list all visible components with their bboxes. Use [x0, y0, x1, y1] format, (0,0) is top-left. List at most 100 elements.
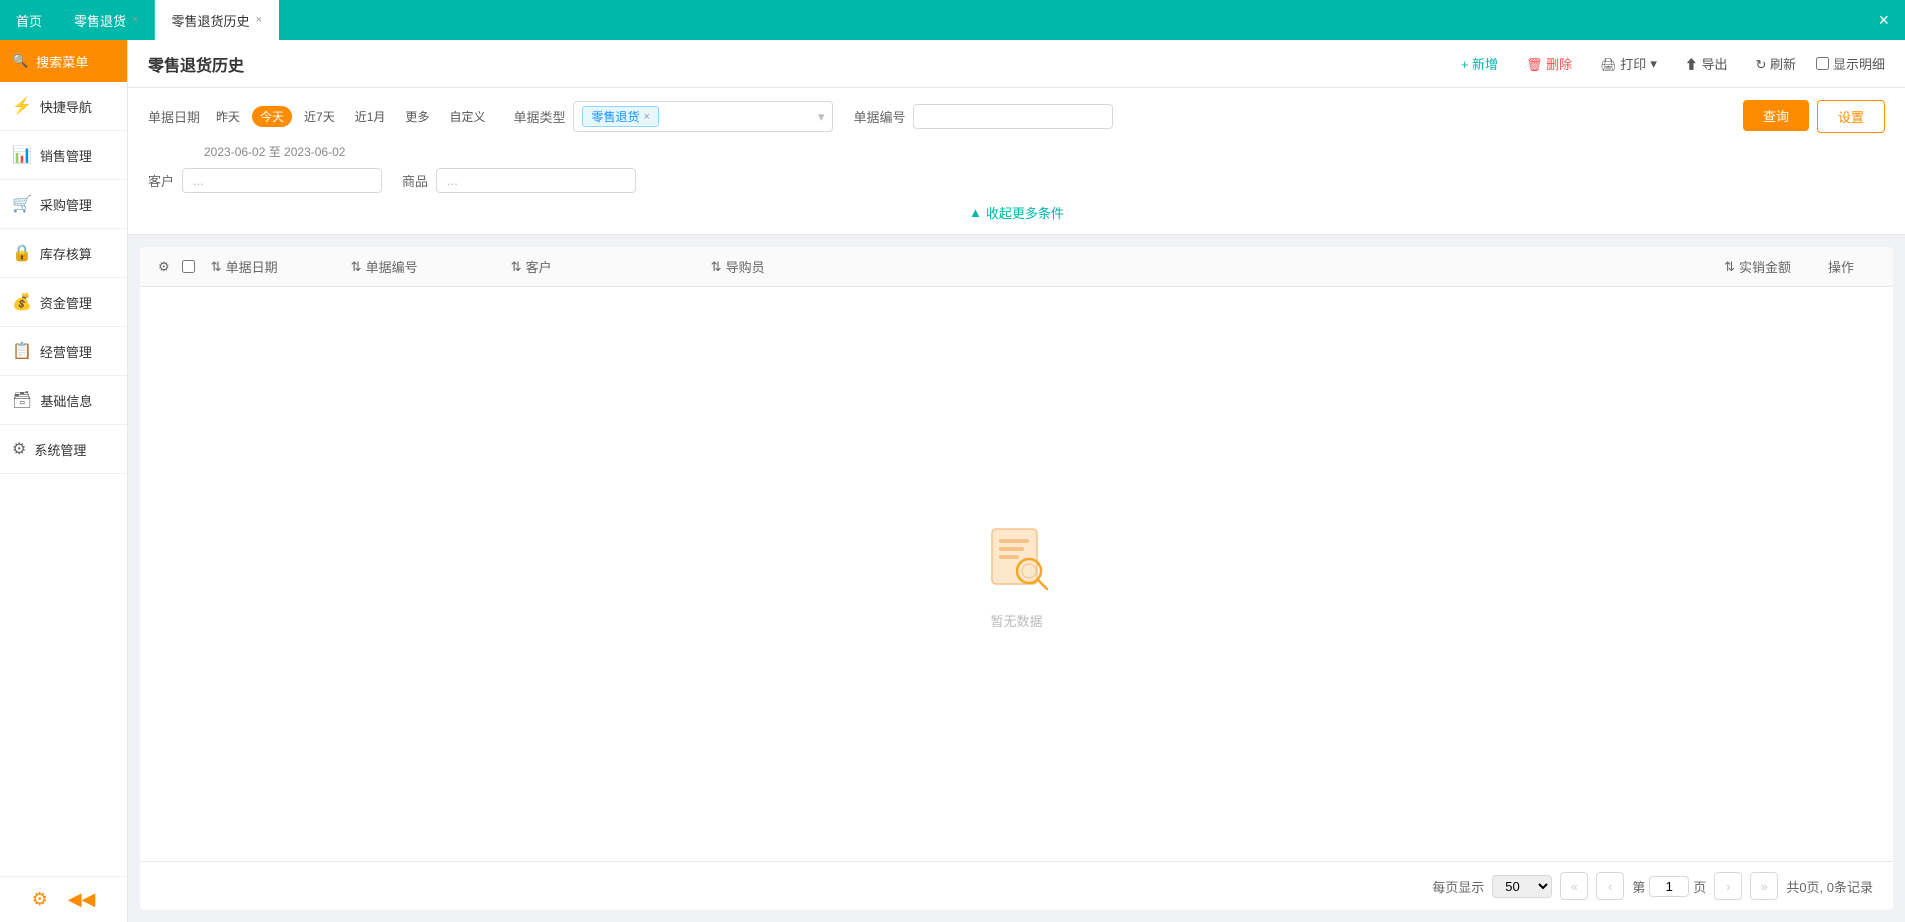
main-layout: 🔍 搜索菜单 ⚡ 快捷导航 📊 销售管理 🛒 采购管理 🔒 库存核算 💰 资金管… — [0, 40, 1905, 922]
sidebar-item-operation-mgmt-label: 经营管理 — [40, 342, 92, 361]
next-page-button[interactable]: › — [1714, 872, 1742, 900]
th-customer[interactable]: ⇅ 客户 — [501, 249, 701, 284]
delete-button-label: 🗑 删除 — [1526, 54, 1572, 73]
date-btn-custom[interactable]: 自定义 — [441, 106, 493, 127]
page-size-label: 每页显示 — [1432, 877, 1484, 896]
th-bill-no[interactable]: ⇅ 单据编号 — [341, 249, 501, 284]
table-header: ⚙ ⇅ 单据日期 ⇅ 单据编号 ⇅ 客户 — [140, 247, 1893, 287]
collapse-up-icon: ▲ — [969, 205, 982, 220]
query-button[interactable]: 查询 — [1743, 100, 1809, 131]
customer-input[interactable] — [182, 168, 382, 193]
date-btn-last7[interactable]: 近7天 — [296, 106, 343, 127]
th-amount[interactable]: ⇅ 实销金额 — [841, 249, 1801, 284]
sidebar-item-quick-nav[interactable]: ⚡ 快捷导航 — [0, 82, 127, 131]
table-container: ⚙ ⇅ 单据日期 ⇅ 单据编号 ⇅ 客户 — [140, 247, 1893, 910]
sidebar-item-purchase-mgmt[interactable]: 🛒 采购管理 — [0, 180, 127, 229]
sidebar-item-finance-mgmt[interactable]: 💰 资金管理 — [0, 278, 127, 327]
collapse-label: 收起更多条件 — [986, 203, 1064, 222]
bill-type-chevron-icon: ▾ — [818, 109, 825, 125]
refresh-button-label: ↻ 刷新 — [1755, 54, 1796, 73]
bill-type-tag-remove[interactable]: × — [643, 111, 649, 123]
show-detail-checkbox[interactable] — [1816, 57, 1829, 70]
bill-date-label: 单据日期 — [148, 107, 200, 126]
sidebar-search-label: 搜索菜单 — [36, 52, 88, 71]
sidebar-item-purchase-mgmt-label: 采购管理 — [40, 195, 92, 214]
sidebar-item-sales-mgmt[interactable]: 📊 销售管理 — [0, 131, 127, 180]
new-button-label: + 新增 — [1461, 54, 1498, 73]
show-detail-label: 显示明细 — [1833, 54, 1885, 73]
print-button[interactable]: 🖨 打印 ▾ — [1592, 50, 1665, 77]
collapse-filter-button[interactable]: ▲ 收起更多条件 — [148, 203, 1885, 222]
page-header: 零售退货历史 + 新增 🗑 删除 🖨 打印 ▾ ⬆ 导出 ↻ 刷新 — [128, 40, 1905, 88]
page-size-select[interactable]: 50 10 20 100 — [1492, 875, 1552, 898]
print-chevron-icon: ▾ — [1650, 56, 1657, 72]
page-input[interactable] — [1649, 876, 1689, 897]
sidebar-item-basic-info[interactable]: 🗃 基础信息 — [0, 376, 127, 425]
filter-row-2: 客户 商品 — [148, 168, 1885, 193]
delete-button[interactable]: 🗑 删除 — [1518, 50, 1580, 77]
sidebar-item-finance-mgmt-label: 资金管理 — [40, 293, 92, 312]
tab-retail-return-history-close[interactable]: × — [255, 14, 261, 26]
export-button[interactable]: ⬆ 导出 — [1677, 50, 1736, 77]
date-btn-more[interactable]: 更多 — [397, 106, 437, 127]
tab-retail-return[interactable]: 零售退货 × — [58, 0, 155, 40]
empty-state-icon — [977, 519, 1057, 599]
date-btn-last1month[interactable]: 近1月 — [347, 106, 394, 127]
th-guide[interactable]: ⇅ 导购员 — [701, 249, 841, 284]
select-all-checkbox[interactable] — [182, 260, 195, 273]
bill-type-select[interactable]: 零售退货 × ▾ — [573, 101, 833, 132]
sales-mgmt-icon: 📊 — [12, 145, 32, 165]
new-button[interactable]: + 新增 — [1453, 50, 1506, 77]
th-bill-date-sort-icon: ⇅ — [211, 259, 222, 275]
settings-gear-icon: ⚙ — [158, 259, 170, 275]
tab-retail-return-history[interactable]: 零售退货历史 × — [155, 0, 278, 40]
first-page-button[interactable]: « — [1560, 872, 1588, 900]
top-bar: 首页 零售退货 × 零售退货历史 × × — [0, 0, 1905, 40]
export-button-label: ⬆ 导出 — [1685, 54, 1728, 73]
refresh-button[interactable]: ↻ 刷新 — [1747, 50, 1804, 77]
table-area: ⚙ ⇅ 单据日期 ⇅ 单据编号 ⇅ 客户 — [128, 235, 1905, 922]
th-checkbox[interactable] — [176, 252, 201, 281]
sidebar-search[interactable]: 🔍 搜索菜单 — [0, 40, 127, 82]
sidebar-item-basic-info-label: 基础信息 — [40, 391, 92, 410]
sidebar-item-system-mgmt-label: 系统管理 — [34, 440, 86, 459]
th-bill-no-label: 单据编号 — [366, 257, 418, 276]
bill-no-input[interactable] — [913, 104, 1113, 129]
th-bill-date[interactable]: ⇅ 单据日期 — [201, 249, 341, 284]
tab-retail-return-close[interactable]: × — [132, 14, 138, 26]
th-guide-sort-icon: ⇅ — [711, 259, 722, 275]
last-page-button[interactable]: » — [1750, 872, 1778, 900]
date-range-display: 2023-06-02 至 2023-06-02 — [204, 143, 345, 160]
th-settings[interactable]: ⚙ — [152, 251, 176, 283]
sidebar-audio-icon[interactable]: ◀◀ — [68, 889, 96, 910]
sidebar-item-inventory[interactable]: 🔒 库存核算 — [0, 229, 127, 278]
filter-bill-no: 单据编号 — [853, 104, 1113, 129]
header-actions: + 新增 🗑 删除 🖨 打印 ▾ ⬆ 导出 ↻ 刷新 显示明细 — [1453, 50, 1885, 77]
show-detail-toggle: 显示明细 — [1816, 54, 1885, 73]
th-amount-label: 实销金额 — [1739, 257, 1791, 276]
sidebar-item-system-mgmt[interactable]: ⚙ 系统管理 — [0, 425, 127, 474]
goods-input[interactable] — [436, 168, 636, 193]
date-shortcuts: 昨天 今天 近7天 近1月 更多 自定义 — [208, 106, 493, 127]
page-title: 零售退货历史 — [148, 52, 244, 76]
window-close-button[interactable]: × — [1862, 10, 1905, 31]
search-icon: 🔍 — [12, 53, 28, 69]
total-info: 共0页, 0条记录 — [1786, 877, 1873, 896]
page-unit: 页 — [1693, 877, 1706, 896]
date-btn-yesterday[interactable]: 昨天 — [208, 106, 248, 127]
date-btn-today[interactable]: 今天 — [252, 106, 292, 127]
sidebar-item-operation-mgmt[interactable]: 📋 经营管理 — [0, 327, 127, 376]
tab-home[interactable]: 首页 — [0, 0, 58, 40]
prev-page-button[interactable]: ‹ — [1596, 872, 1624, 900]
purchase-mgmt-icon: 🛒 — [12, 194, 32, 214]
filter-bill-date: 单据日期 昨天 今天 近7天 近1月 更多 自定义 — [148, 106, 493, 127]
th-bill-no-sort-icon: ⇅ — [351, 259, 362, 275]
th-customer-label: 客户 — [526, 257, 552, 276]
sidebar-settings-icon[interactable]: ⚙ — [32, 889, 48, 910]
basic-info-icon: 🗃 — [12, 390, 32, 410]
setting-button[interactable]: 设置 — [1817, 100, 1885, 133]
print-button-label: 🖨 打印 — [1600, 54, 1646, 73]
empty-state: 暂无数据 — [977, 519, 1057, 630]
tab-retail-return-history-label: 零售退货历史 — [171, 11, 249, 30]
filter-area: 单据日期 昨天 今天 近7天 近1月 更多 自定义 单据类型 — [128, 88, 1905, 235]
